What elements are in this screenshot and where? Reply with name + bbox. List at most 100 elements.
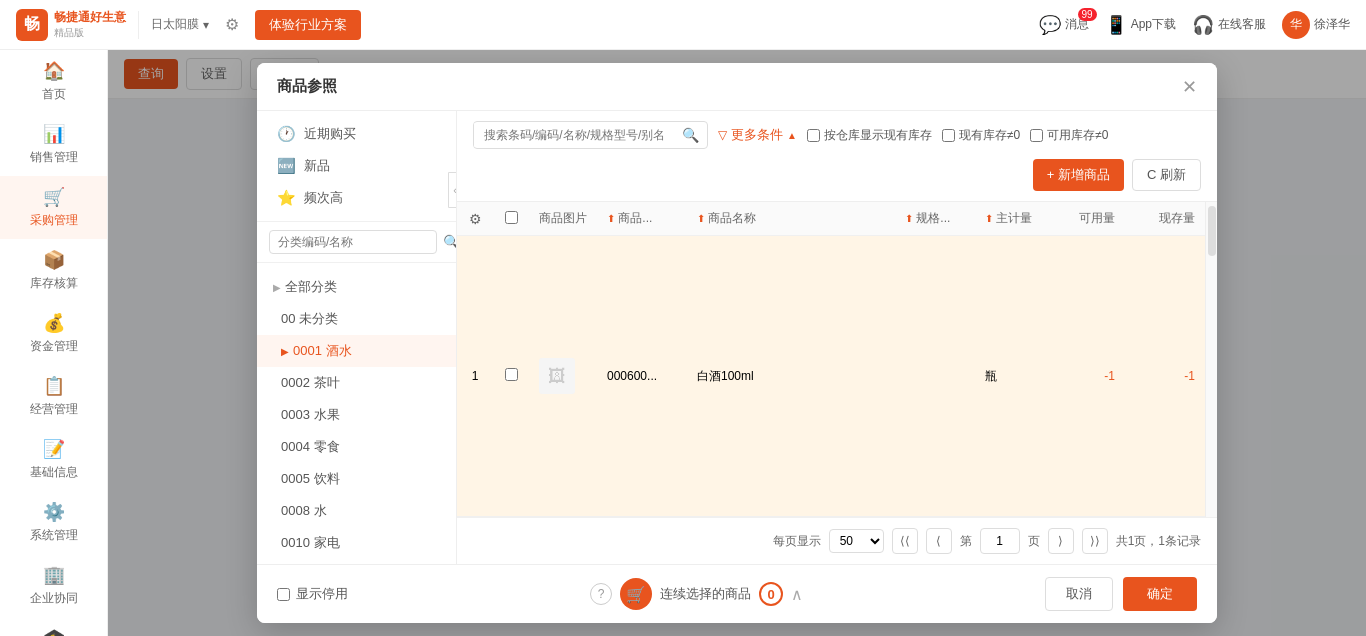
- cat-item-0005[interactable]: 0005 饮料: [257, 463, 456, 495]
- sidebar-icon-home: 🏠: [43, 60, 65, 82]
- refresh-btn[interactable]: C 刷新: [1132, 159, 1201, 191]
- sidebar-icon-basic: 📝: [43, 438, 65, 460]
- cat-label-0002: 0002 茶叶: [281, 374, 340, 392]
- chk-nonzero-label[interactable]: 现有库存≠0: [942, 127, 1020, 144]
- confirm-btn[interactable]: 确定: [1123, 577, 1197, 611]
- cat-collapse-btn[interactable]: ‹‹: [448, 172, 457, 208]
- product-search-input[interactable]: [474, 123, 674, 147]
- online-service-item[interactable]: 🎧 在线客服: [1192, 14, 1266, 36]
- td-spec: [895, 236, 975, 517]
- gear-button[interactable]: ⚙: [221, 11, 243, 38]
- sidebar-item-guide[interactable]: 🎓新手引导: [0, 617, 107, 636]
- page-last-btn[interactable]: ⟩⟩: [1082, 528, 1108, 554]
- exp-btn[interactable]: 体验行业方案: [255, 10, 361, 40]
- select-all-checkbox[interactable]: [505, 211, 518, 224]
- cat-label-00: 00 未分类: [281, 310, 338, 328]
- user-avatar: 华: [1282, 11, 1310, 39]
- cat-search-btn[interactable]: 🔍: [443, 234, 457, 250]
- help-icon[interactable]: ?: [590, 583, 612, 605]
- product-toolbar: 🔍 ▽ 更多条件 ▲ 按仓库显示现有库存: [457, 111, 1217, 202]
- td-available: -1: [1045, 236, 1125, 517]
- modal-dialog: 商品参照 ✕ 🕐 近期购买 🆕 新品: [257, 63, 1217, 623]
- th-code[interactable]: ⬆ 商品...: [597, 202, 687, 236]
- sidebar-label-ops: 经营管理: [30, 401, 78, 418]
- th-name[interactable]: ⬆ 商品名称: [687, 202, 895, 236]
- sidebar-item-basic[interactable]: 📝基础信息: [0, 428, 107, 491]
- cat-item-0003[interactable]: 0003 水果: [257, 399, 456, 431]
- td-row-num: 1: [457, 236, 493, 517]
- selected-text: 连续选择的商品: [660, 585, 751, 603]
- show-disabled-label[interactable]: 显示停用: [277, 585, 348, 603]
- chk-nonzero[interactable]: [942, 129, 955, 142]
- th-img[interactable]: 商品图片: [529, 202, 597, 236]
- table-scrollbar[interactable]: [1205, 202, 1217, 517]
- messages-icon-item[interactable]: 💬 99 消息: [1039, 14, 1089, 36]
- chk-warehouse[interactable]: [807, 129, 820, 142]
- sidebar-icon-guide: 🎓: [43, 627, 65, 636]
- show-disabled-checkbox[interactable]: [277, 588, 290, 601]
- cat-item-0004[interactable]: 0004 零食: [257, 431, 456, 463]
- sidebar-item-ops[interactable]: 📋经营管理: [0, 365, 107, 428]
- cart-icon[interactable]: 🛒: [620, 578, 652, 610]
- sidebar-item-inventory[interactable]: 📦库存核算: [0, 239, 107, 302]
- page-input[interactable]: [980, 528, 1020, 554]
- cancel-btn[interactable]: 取消: [1045, 577, 1113, 611]
- toolbar-actions: + 新增商品 C 刷新: [1033, 159, 1201, 191]
- cat-item-0008[interactable]: 0008 水: [257, 495, 456, 527]
- td-checkbox[interactable]: [493, 236, 529, 517]
- th-settings[interactable]: ⚙: [457, 202, 493, 236]
- filter-more-btn[interactable]: ▽ 更多条件 ▲: [718, 126, 797, 144]
- chk-warehouse-label[interactable]: 按仓库显示现有库存: [807, 127, 932, 144]
- cat-quick-recent[interactable]: 🕐 近期购买: [269, 119, 444, 149]
- cat-item-0010[interactable]: 0010 家电: [257, 527, 456, 559]
- page-first-btn[interactable]: ⟨⟨: [892, 528, 918, 554]
- sidebar-label-inventory: 库存核算: [30, 275, 78, 292]
- page-next-btn[interactable]: ⟩: [1048, 528, 1074, 554]
- add-product-btn[interactable]: + 新增商品: [1033, 159, 1124, 191]
- th-spec[interactable]: ⬆ 规格...: [895, 202, 975, 236]
- page-size-select[interactable]: 50 100 200: [829, 529, 884, 553]
- sidebar-icon-purchase: 🛒: [43, 186, 65, 208]
- sidebar-label-enterprise: 企业协同: [30, 590, 78, 607]
- app-download-item[interactable]: 📱 App下载: [1105, 14, 1176, 36]
- sidebar-item-home[interactable]: 🏠首页: [0, 50, 107, 113]
- cat-search-input[interactable]: [269, 230, 437, 254]
- modal-close-btn[interactable]: ✕: [1182, 78, 1197, 96]
- sidebar-item-finance[interactable]: 💰资金管理: [0, 302, 107, 365]
- company-selector[interactable]: 日太阳膜 ▾: [151, 16, 209, 33]
- modal-title: 商品参照: [277, 77, 337, 96]
- filter-more-label: 更多条件: [731, 126, 783, 144]
- refresh-label: C 刷新: [1147, 166, 1186, 184]
- th-unit[interactable]: ⬆ 主计量: [975, 202, 1045, 236]
- sidebar-item-system[interactable]: ⚙️系统管理: [0, 491, 107, 554]
- sidebar-item-purchase[interactable]: 🛒采购管理: [0, 176, 107, 239]
- chk-available-label[interactable]: 可用库存≠0: [1030, 127, 1108, 144]
- pagination: 每页显示 50 100 200 ⟨⟨ ⟨ 第 页 ⟩ ⟩⟩ 共1页，1: [457, 517, 1217, 564]
- modal-header: 商品参照 ✕: [257, 63, 1217, 111]
- user-item[interactable]: 华 徐泽华: [1282, 11, 1350, 39]
- th-checkbox[interactable]: [493, 202, 529, 236]
- chevron-up-icon[interactable]: ∧: [791, 585, 803, 604]
- product-search-btn[interactable]: 🔍: [674, 122, 707, 148]
- footer-cart: ? 🛒 连续选择的商品 0 ∧: [590, 578, 803, 610]
- cat-item-all[interactable]: ▶全部分类: [257, 271, 456, 303]
- cat-item-00[interactable]: 00 未分类: [257, 303, 456, 335]
- sidebar-item-sales[interactable]: 📊销售管理: [0, 113, 107, 176]
- th-stock[interactable]: 现存量: [1125, 202, 1205, 236]
- add-product-label: + 新增商品: [1047, 166, 1110, 184]
- page-prev-btn[interactable]: ⟨: [926, 528, 952, 554]
- cat-item-0001[interactable]: ▶0001 酒水: [257, 335, 456, 367]
- cat-item-0002[interactable]: 0002 茶叶: [257, 367, 456, 399]
- table-row[interactable]: 1 🖼 000600... 白酒100ml 瓶 -1: [457, 236, 1205, 517]
- cat-quick-new[interactable]: 🆕 新品: [269, 151, 444, 181]
- sidebar-label-system: 系统管理: [30, 527, 78, 544]
- row-checkbox[interactable]: [505, 368, 518, 381]
- product-image: 🖼: [539, 358, 575, 394]
- cat-label-0001: 0001 酒水: [293, 342, 352, 360]
- cat-quick-freq[interactable]: ⭐ 频次高: [269, 183, 444, 213]
- chk-available[interactable]: [1030, 129, 1043, 142]
- sidebar-item-enterprise[interactable]: 🏢企业协同: [0, 554, 107, 617]
- th-avail[interactable]: 可用量: [1045, 202, 1125, 236]
- sidebar-label-sales: 销售管理: [30, 149, 78, 166]
- cat-quick-items: 🕐 近期购买 🆕 新品 ⭐ 频次高: [257, 111, 456, 222]
